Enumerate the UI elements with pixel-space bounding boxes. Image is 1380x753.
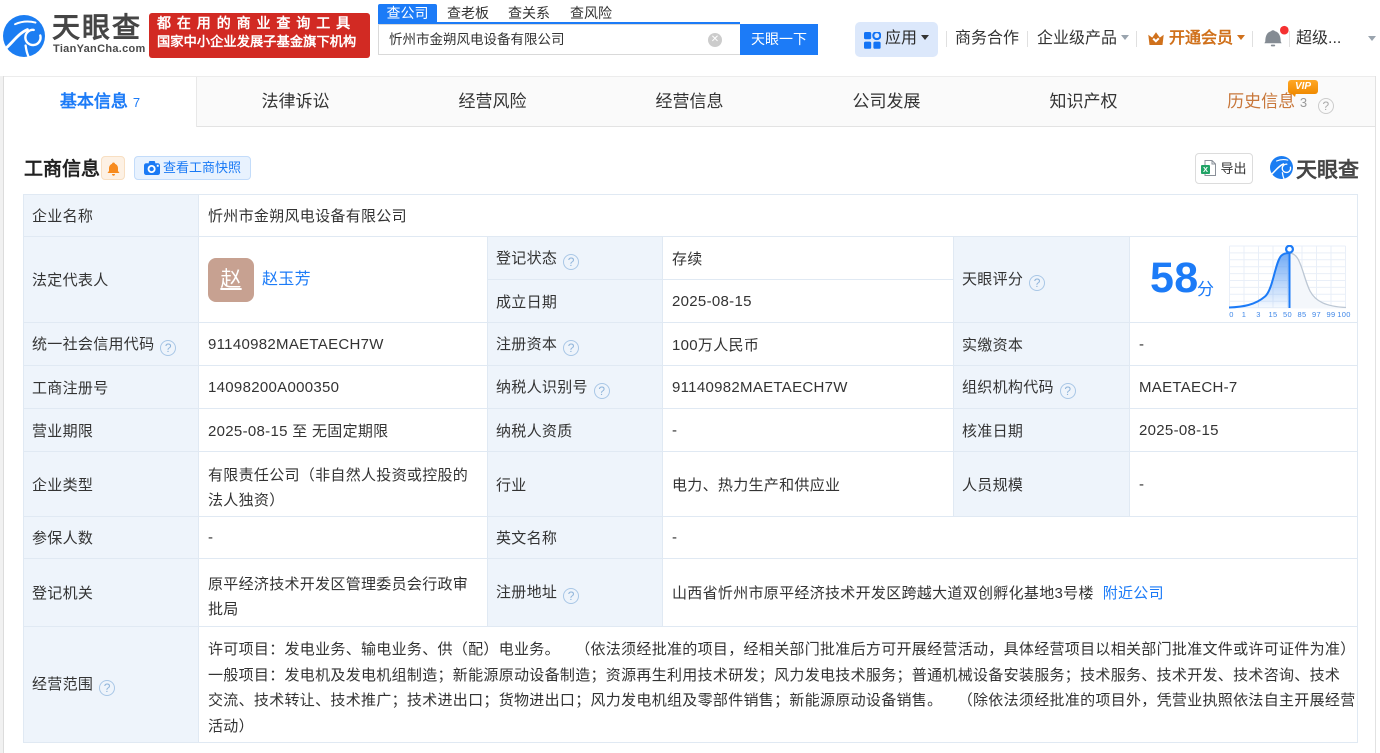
svg-text:3: 3 (1256, 310, 1260, 319)
svg-text:97: 97 (1312, 310, 1321, 319)
svg-text:85: 85 (1298, 310, 1307, 319)
svg-text:99: 99 (1327, 310, 1336, 319)
svg-text:15: 15 (1269, 310, 1278, 319)
svg-text:0: 0 (1229, 310, 1233, 319)
svg-text:X: X (1203, 165, 1208, 174)
svg-text:50: 50 (1283, 310, 1292, 319)
svg-text:1: 1 (1242, 310, 1246, 319)
svg-text:100: 100 (1337, 310, 1350, 319)
